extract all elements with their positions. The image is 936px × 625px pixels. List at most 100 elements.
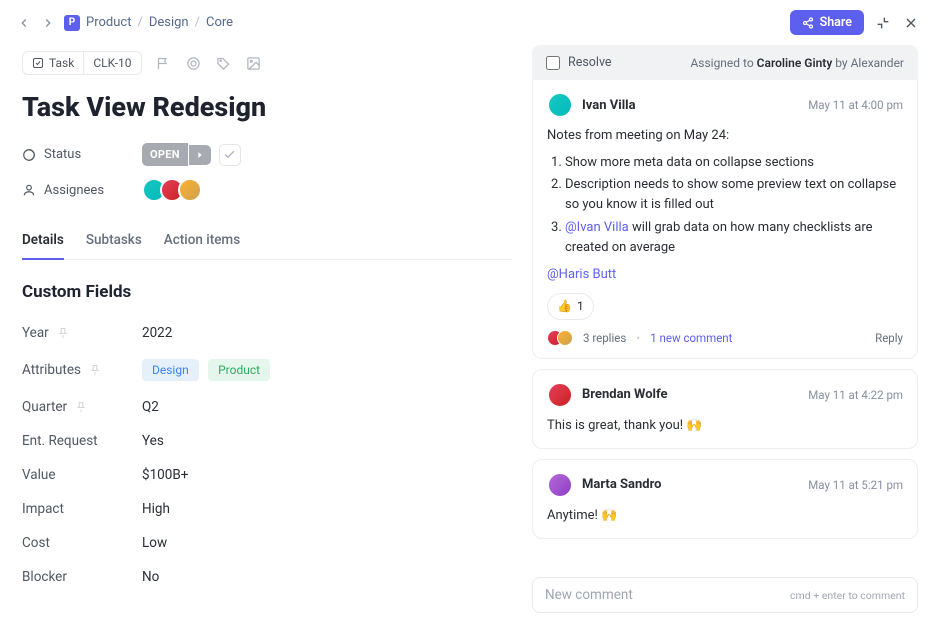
assignees-label: Assignees	[44, 183, 104, 198]
cf-value[interactable]: Yes	[142, 433, 164, 449]
status-value[interactable]: OPEN	[142, 143, 188, 166]
avatar[interactable]	[547, 92, 573, 118]
assigned-to-text: Assigned to Caroline Ginty by Alexander	[690, 56, 904, 70]
cf-value[interactable]: No	[142, 569, 159, 585]
tag[interactable]: Product	[208, 359, 270, 381]
breadcrumb-separator: /	[137, 15, 142, 30]
image-icon[interactable]	[246, 55, 262, 71]
pin-icon	[75, 401, 87, 413]
comment-card: Brendan Wolfe May 11 at 4:22 pm This is …	[532, 369, 918, 449]
cf-row: Blocker No	[22, 560, 512, 594]
comment-list-item: @Ivan Villa will grab data on how many c…	[565, 217, 903, 259]
nav-forward-icon[interactable]	[40, 15, 56, 31]
task-icon	[32, 57, 44, 69]
status-icon	[22, 148, 36, 162]
breadcrumb-item[interactable]: Design	[149, 15, 189, 30]
tab-subtasks[interactable]: Subtasks	[86, 224, 142, 259]
cf-value[interactable]: Design Product	[142, 359, 276, 381]
comment-list-item: Description needs to show some preview t…	[565, 174, 903, 216]
cf-label: Value	[22, 467, 56, 483]
mention[interactable]: @Ivan Villa	[565, 220, 629, 235]
comment-time: May 11 at 4:00 pm	[808, 98, 903, 112]
reaction-emoji: 👍	[557, 297, 572, 316]
cf-label: Attributes	[22, 362, 81, 378]
share-label: Share	[820, 15, 852, 30]
task-main-panel: Task CLK-10 Task View Redesign Status O	[0, 45, 532, 625]
share-button[interactable]: Share	[790, 10, 864, 35]
breadcrumb-item[interactable]: Core	[206, 15, 233, 30]
comment-text: Notes from meeting on May 24:	[547, 126, 903, 146]
cf-row: Value $100B+	[22, 458, 512, 492]
resolve-bar: Resolve Assigned to Caroline Ginty by Al…	[532, 45, 918, 80]
pin-icon	[57, 327, 69, 339]
assignees-list[interactable]	[142, 178, 202, 202]
reply-button[interactable]: Reply	[875, 331, 903, 345]
comment-input[interactable]	[545, 587, 790, 603]
comment-time: May 11 at 5:21 pm	[808, 478, 903, 492]
pin-icon	[89, 364, 101, 376]
avatar[interactable]	[547, 382, 573, 408]
cf-value[interactable]: Low	[142, 535, 167, 551]
resolve-label: Resolve	[568, 55, 612, 70]
assignees-icon	[22, 183, 36, 197]
cf-row: Ent. Request Yes	[22, 424, 512, 458]
status-next-button[interactable]	[189, 145, 211, 165]
tab-action-items[interactable]: Action items	[164, 224, 240, 259]
complete-button[interactable]	[219, 144, 241, 166]
flag-icon[interactable]	[156, 55, 172, 71]
collapse-icon[interactable]	[874, 14, 892, 32]
tab-details[interactable]: Details	[22, 224, 64, 260]
cf-label: Year	[22, 325, 49, 341]
comments-panel: Resolve Assigned to Caroline Ginty by Al…	[532, 45, 936, 625]
task-tabs: Details Subtasks Action items	[22, 224, 512, 260]
cf-value[interactable]: $100B+	[142, 467, 188, 483]
sprint-icon[interactable]	[186, 55, 202, 71]
chip-id-label: CLK-10	[83, 52, 140, 74]
close-icon[interactable]	[902, 14, 920, 32]
reply-avatars	[547, 330, 573, 346]
cf-row: Quarter Q2	[22, 390, 512, 424]
breadcrumb-separator: /	[195, 15, 200, 30]
breadcrumb-item[interactable]: Product	[86, 15, 131, 30]
task-title[interactable]: Task View Redesign	[22, 87, 512, 137]
reaction-button[interactable]: 👍1	[547, 293, 594, 320]
reaction-count: 1	[577, 297, 584, 316]
comment-list-item: Show more meta data on collapse sections	[565, 152, 903, 174]
status-label: Status	[44, 147, 81, 162]
share-icon	[802, 17, 814, 29]
cf-row: Attributes Design Product	[22, 350, 512, 390]
comment-text: Anytime! 🙌	[547, 498, 903, 526]
replies-count[interactable]: 3 replies	[583, 331, 626, 345]
cf-label: Cost	[22, 535, 50, 551]
cf-label: Ent. Request	[22, 433, 98, 449]
tag-icon[interactable]	[216, 55, 232, 71]
resolve-checkbox[interactable]	[546, 56, 560, 70]
nav-back-icon[interactable]	[16, 15, 32, 31]
cf-label: Quarter	[22, 399, 67, 415]
space-icon: P	[64, 15, 80, 31]
composer-hint: cmd + enter to comment	[790, 589, 905, 602]
breadcrumb[interactable]: P Product / Design / Core	[64, 15, 233, 31]
avatar[interactable]	[178, 178, 202, 202]
custom-fields-heading: Custom Fields	[22, 260, 512, 316]
comment-author: Marta Sandro	[582, 477, 661, 492]
new-comment-link[interactable]: 1 new comment	[650, 331, 732, 345]
cf-label: Blocker	[22, 569, 67, 585]
task-id-chip[interactable]: Task CLK-10	[22, 51, 142, 75]
comment-text: This is great, thank you! 🙌	[547, 408, 903, 436]
comment-composer: cmd + enter to comment	[532, 577, 918, 613]
comment-card: Ivan Villa May 11 at 4:00 pm Notes from …	[532, 80, 918, 359]
cf-value[interactable]: High	[142, 501, 170, 517]
avatar[interactable]	[547, 472, 573, 498]
comment-author: Brendan Wolfe	[582, 387, 668, 402]
tag[interactable]: Design	[142, 359, 199, 381]
comment-card: Marta Sandro May 11 at 5:21 pm Anytime! …	[532, 459, 918, 539]
cf-value[interactable]: Q2	[142, 399, 159, 415]
topbar: P Product / Design / Core Share	[0, 0, 936, 45]
mention[interactable]: @Haris Butt	[547, 265, 903, 285]
comment-author: Ivan Villa	[582, 98, 636, 113]
cf-label: Impact	[22, 501, 64, 517]
cf-value[interactable]: 2022	[142, 325, 172, 341]
chip-type-label: Task	[49, 56, 74, 70]
cf-row: Year 2022	[22, 316, 512, 350]
